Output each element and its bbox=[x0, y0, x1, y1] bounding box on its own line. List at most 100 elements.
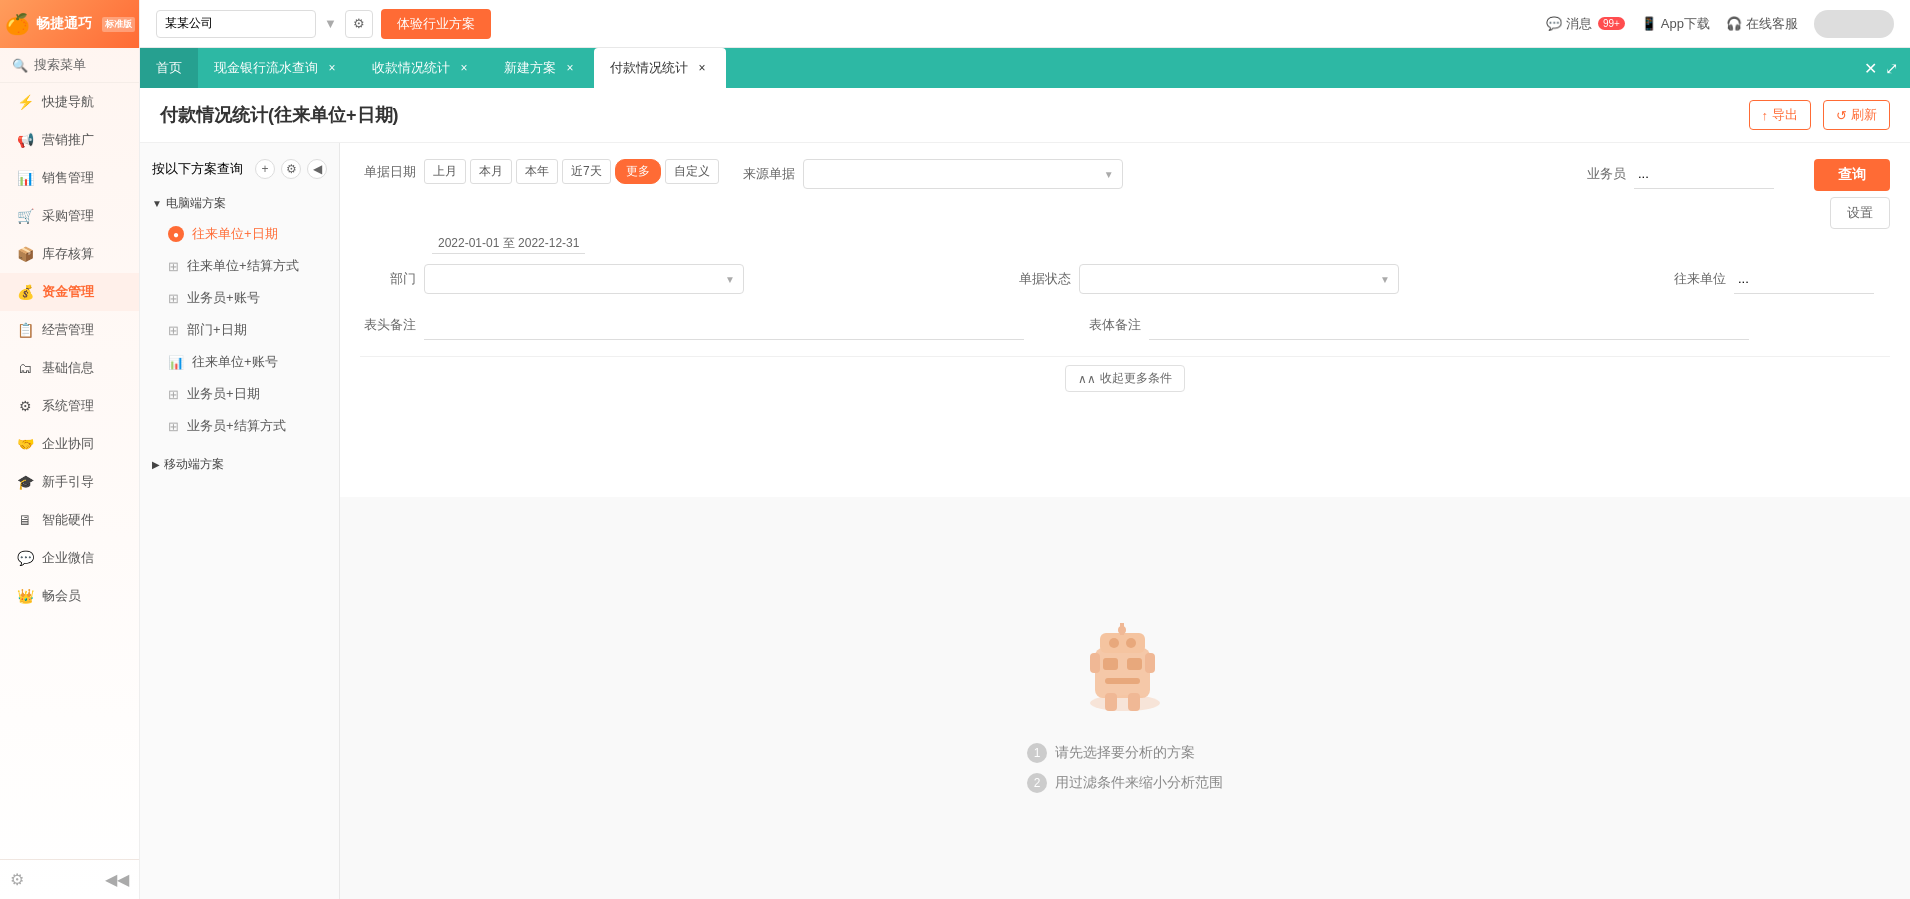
sidebar-item-inventory[interactable]: 📦 库存核算 bbox=[0, 235, 139, 273]
user-avatar[interactable] bbox=[1814, 10, 1894, 38]
scheme-table-icon: ⊞ bbox=[168, 259, 179, 274]
scheme-item-label: 往来单位+日期 bbox=[192, 225, 278, 243]
date-btn-this-month[interactable]: 本月 bbox=[470, 159, 512, 184]
date-btn-custom[interactable]: 自定义 bbox=[665, 159, 719, 184]
date-btn-this-year[interactable]: 本年 bbox=[516, 159, 558, 184]
sidebar-logo: 🍊 畅捷通巧 标准版 bbox=[0, 0, 139, 48]
sidebar-item-wechat[interactable]: 💬 企业微信 bbox=[0, 539, 139, 577]
page-header-actions: ↑ 导出 ↺ 刷新 bbox=[1749, 100, 1891, 130]
sidebar-item-quick-nav[interactable]: ⚡ 快捷导航 bbox=[0, 83, 139, 121]
collapse-scheme-btn[interactable]: ◀ bbox=[307, 159, 327, 179]
filter-right: 单据日期 上月 本月 本年 近7天 更多 自定义 来源单据 bbox=[340, 143, 1910, 497]
tip-num-1: 1 bbox=[1027, 743, 1047, 763]
tab-new-scheme[interactable]: 新建方案 × bbox=[488, 48, 594, 88]
svg-rect-2 bbox=[1103, 658, 1118, 670]
industry-btn[interactable]: 体验行业方案 bbox=[381, 9, 491, 39]
query-btn[interactable]: 查询 bbox=[1814, 159, 1890, 191]
version-tag: 标准版 bbox=[102, 17, 135, 32]
sidebar-item-label: 企业微信 bbox=[42, 549, 94, 567]
date-btn-last-7[interactable]: 近7天 bbox=[562, 159, 611, 184]
scheme-settings-btn[interactable]: ⚙ bbox=[281, 159, 301, 179]
sidebar-item-member[interactable]: 👑 畅会员 bbox=[0, 577, 139, 615]
add-scheme-btn[interactable]: + bbox=[255, 159, 275, 179]
date-label: 单据日期 bbox=[360, 163, 416, 181]
source-label: 来源单据 bbox=[739, 165, 795, 183]
scheme-panel: 按以下方案查询 + ⚙ ◀ ▼ 电脑端方案 ● 往来单位+日期 bbox=[140, 143, 340, 899]
svg-rect-1 bbox=[1095, 648, 1150, 698]
topbar-settings-btn[interactable]: ⚙ bbox=[345, 10, 373, 38]
search-menu[interactable]: 🔍 搜索菜单 bbox=[0, 48, 139, 83]
status-dropdown-icon: ▼ bbox=[1380, 274, 1390, 285]
desktop-group-header[interactable]: ▼ 电脑端方案 bbox=[140, 189, 339, 218]
online-service-btn[interactable]: 🎧 在线客服 bbox=[1726, 15, 1798, 33]
partner-input[interactable] bbox=[1734, 264, 1874, 294]
messages-btn[interactable]: 💬 消息 99+ bbox=[1546, 15, 1625, 33]
scheme-item-staff-payment[interactable]: ⊞ 业务员+结算方式 bbox=[140, 410, 339, 442]
expand-tabs-btn[interactable]: ⤢ bbox=[1885, 59, 1898, 78]
svg-rect-6 bbox=[1145, 653, 1155, 673]
settings-icon[interactable]: ⚙ bbox=[10, 870, 24, 889]
member-icon: 👑 bbox=[16, 587, 34, 605]
scheme-item-staff-account[interactable]: ⊞ 业务员+账号 bbox=[140, 282, 339, 314]
dropdown-arrow-icon[interactable]: ▼ bbox=[324, 16, 337, 31]
partner-label: 往来单位 bbox=[1670, 270, 1726, 288]
svg-rect-7 bbox=[1105, 693, 1117, 711]
scheme-item-partner-payment[interactable]: ⊞ 往来单位+结算方式 bbox=[140, 250, 339, 282]
empty-tip-2: 2 用过滤条件来缩小分析范围 bbox=[1027, 773, 1223, 793]
topbar-left: ▼ ⚙ 体验行业方案 bbox=[156, 9, 1534, 39]
header-note-input[interactable] bbox=[424, 310, 1024, 340]
sidebar-item-guide[interactable]: 🎓 新手引导 bbox=[0, 463, 139, 501]
scheme-item-partner-account[interactable]: 📊 往来单位+账号 bbox=[140, 346, 339, 378]
date-btn-more[interactable]: 更多 bbox=[615, 159, 661, 184]
status-select[interactable]: ▼ bbox=[1079, 264, 1399, 294]
sidebar-item-purchase[interactable]: 🛒 采购管理 bbox=[0, 197, 139, 235]
source-field: 来源单据 ▼ bbox=[739, 159, 1550, 189]
close-new-scheme-tab[interactable]: × bbox=[562, 60, 578, 76]
sidebar-item-finance[interactable]: 💰 资金管理 bbox=[0, 273, 139, 311]
sidebar-item-label: 新手引导 bbox=[42, 473, 94, 491]
messages-badge: 99+ bbox=[1598, 17, 1625, 30]
close-all-tabs-btn[interactable]: ✕ bbox=[1864, 59, 1877, 78]
close-collection-tab[interactable]: × bbox=[456, 60, 472, 76]
tab-home[interactable]: 首页 bbox=[140, 48, 198, 88]
staff-input[interactable] bbox=[1634, 159, 1774, 189]
page-content: 付款情况统计(往来单位+日期) ↑ 导出 ↺ 刷新 按以下方案查询 + bbox=[140, 88, 1910, 899]
body-note-input[interactable] bbox=[1149, 310, 1749, 340]
company-input[interactable] bbox=[156, 10, 316, 38]
app-download-btn[interactable]: 📱 App下载 bbox=[1641, 15, 1710, 33]
scheme-item-dept-date[interactable]: ⊞ 部门+日期 bbox=[140, 314, 339, 346]
date-range-display: 2022-01-01 至 2022-12-31 bbox=[432, 235, 1890, 252]
scheme-item-staff-date[interactable]: ⊞ 业务员+日期 bbox=[140, 378, 339, 410]
scheme-panel-actions: + ⚙ ◀ bbox=[255, 159, 327, 179]
mobile-group-header[interactable]: ▶ 移动端方案 bbox=[140, 450, 339, 479]
sidebar-item-sales[interactable]: 📊 销售管理 bbox=[0, 159, 139, 197]
close-payment-tab[interactable]: × bbox=[694, 60, 710, 76]
sidebar-item-marketing[interactable]: 📢 营销推广 bbox=[0, 121, 139, 159]
sidebar-item-hardware[interactable]: 🖥 智能硬件 bbox=[0, 501, 139, 539]
date-btn-last-month[interactable]: 上月 bbox=[424, 159, 466, 184]
sidebar-footer: ⚙ ◀◀ bbox=[0, 859, 139, 899]
dept-select[interactable]: ▼ bbox=[424, 264, 744, 294]
collapse-conditions-btn[interactable]: ∧∧ 收起更多条件 bbox=[1065, 365, 1185, 392]
sidebar-item-system[interactable]: ⚙ 系统管理 bbox=[0, 387, 139, 425]
refresh-btn[interactable]: ↺ 刷新 bbox=[1823, 100, 1890, 130]
sidebar-item-label: 销售管理 bbox=[42, 169, 94, 187]
header-note-label: 表头备注 bbox=[360, 316, 416, 334]
sidebar-item-enterprise[interactable]: 🤝 企业协同 bbox=[0, 425, 139, 463]
sidebar-item-basic[interactable]: 🗂 基础信息 bbox=[0, 349, 139, 387]
export-btn[interactable]: ↑ 导出 bbox=[1749, 100, 1812, 130]
mobile-group-label: 移动端方案 bbox=[164, 456, 224, 473]
scheme-item-partner-date[interactable]: ● 往来单位+日期 bbox=[140, 218, 339, 250]
sidebar-item-operations[interactable]: 📋 经营管理 bbox=[0, 311, 139, 349]
tab-collection[interactable]: 收款情况统计 × bbox=[356, 48, 488, 88]
close-bank-tab[interactable]: × bbox=[324, 60, 340, 76]
filter-settings-btn[interactable]: 设置 bbox=[1830, 197, 1890, 229]
source-dropdown-icon: ▼ bbox=[1104, 169, 1114, 180]
collapse-sidebar-icon[interactable]: ◀◀ bbox=[105, 870, 129, 889]
system-icon: ⚙ bbox=[16, 397, 34, 415]
tab-payment[interactable]: 付款情况统计 × bbox=[594, 48, 726, 88]
tab-bank[interactable]: 现金银行流水查询 × bbox=[198, 48, 356, 88]
refresh-icon: ↺ bbox=[1836, 108, 1847, 123]
tip-text-2: 用过滤条件来缩小分析范围 bbox=[1055, 774, 1223, 792]
source-select[interactable]: ▼ bbox=[803, 159, 1123, 189]
